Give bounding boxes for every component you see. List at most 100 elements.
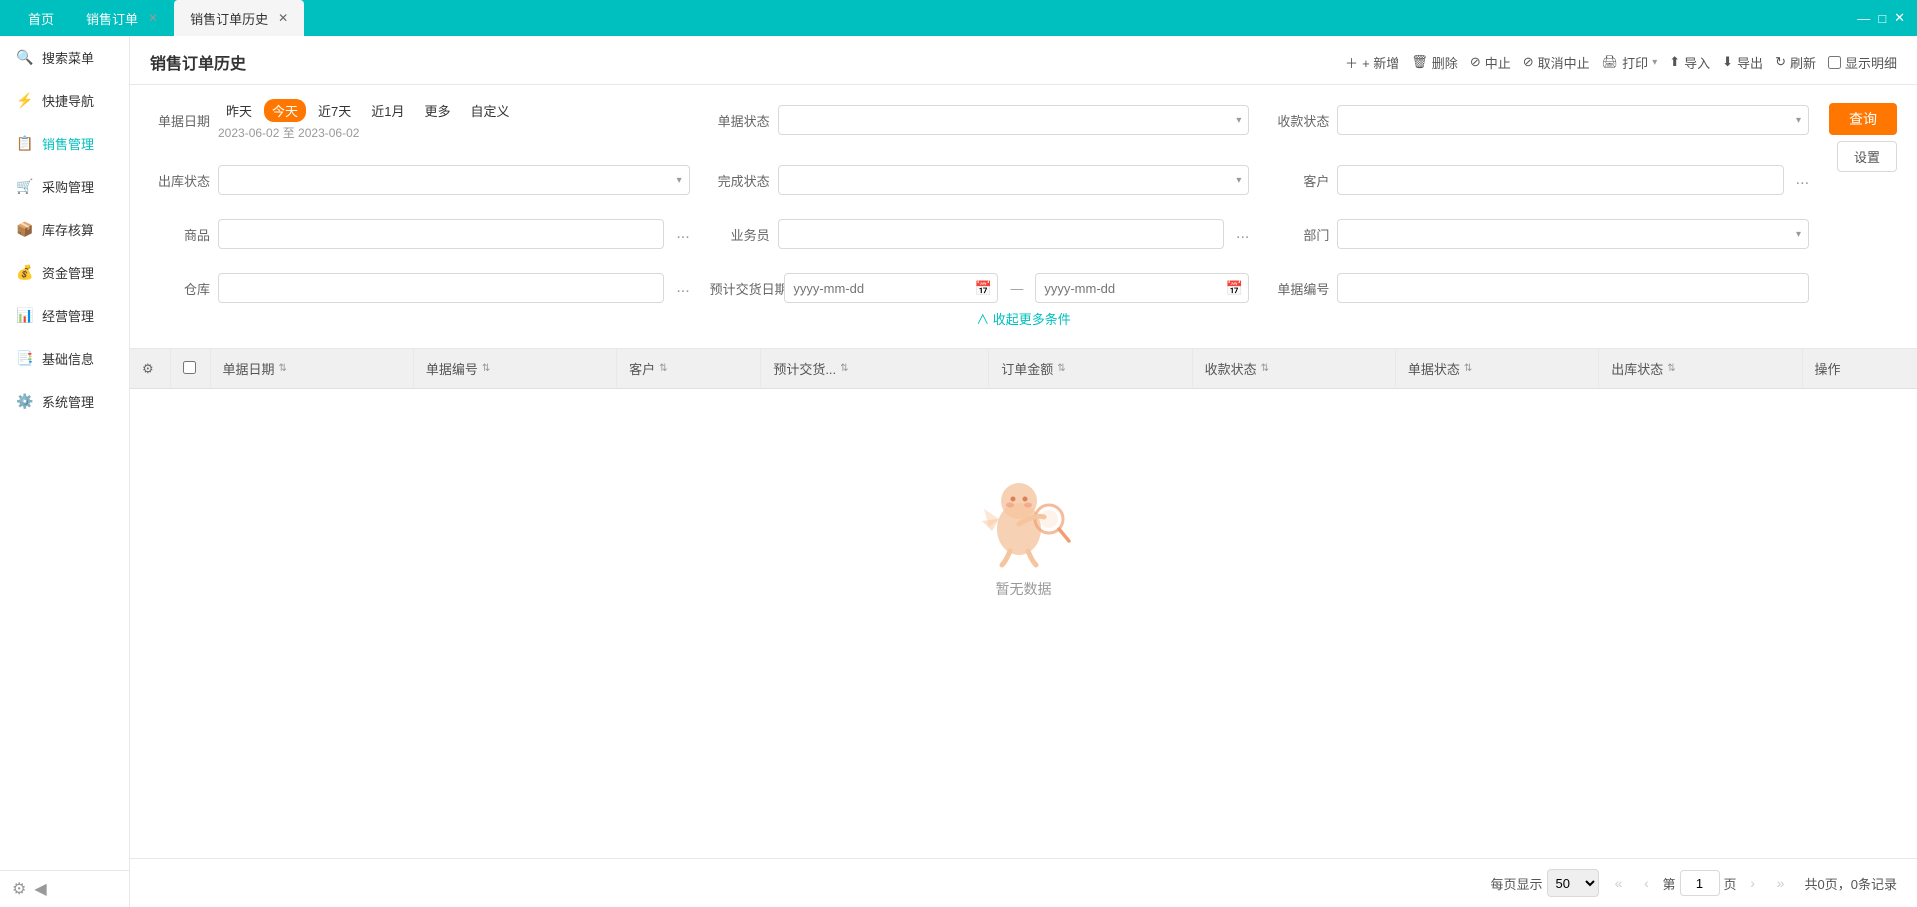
last-page-btn[interactable]: » <box>1769 871 1793 895</box>
page-input[interactable] <box>1680 870 1720 896</box>
date-range-display: 2023-06-02 至 2023-06-02 <box>218 124 518 141</box>
complete-status-select[interactable] <box>778 165 1250 195</box>
filter-salesperson: 业务员 ... <box>710 219 1250 249</box>
window-close[interactable]: ✕ <box>1894 10 1905 26</box>
window-restore[interactable]: □ <box>1878 11 1886 26</box>
product-dots[interactable]: ... <box>676 225 689 243</box>
date-1month[interactable]: 近1月 <box>363 99 412 122</box>
page-label: 第 <box>1663 874 1676 893</box>
stop-btn[interactable]: ⊘ 中止 <box>1470 53 1511 72</box>
salesperson-input[interactable] <box>778 219 1224 249</box>
customer-dots[interactable]: ... <box>1796 171 1809 189</box>
window-minimize[interactable]: — <box>1857 11 1870 26</box>
refresh-label: 刷新 <box>1790 53 1816 72</box>
filter-row-2: 出库状态 ▾ 完成状态 ▾ <box>150 165 1809 195</box>
tab-sales-order-history-label: 销售订单历史 <box>190 9 268 28</box>
date-7days[interactable]: 近7天 <box>310 99 359 122</box>
delivery-date-start[interactable] <box>784 273 998 303</box>
sort-delivery-date[interactable]: 预计交货... ⇅ <box>773 359 976 378</box>
sidebar-item-inventory[interactable]: 📦 库存核算 <box>0 208 129 251</box>
delivery-date-end-wrapper: 📅 <box>1035 273 1249 303</box>
calendar-end-icon[interactable]: 📅 <box>1226 280 1243 297</box>
department-label: 部门 <box>1269 225 1329 244</box>
sort-order-status[interactable]: 单据状态 ⇅ <box>1408 359 1586 378</box>
order-status-select-wrapper: ▾ <box>778 105 1250 135</box>
sidebar-item-system[interactable]: ⚙️ 系统管理 <box>0 380 129 423</box>
customer-input[interactable] <box>1337 165 1783 195</box>
prev-page-btn[interactable]: ‹ <box>1635 871 1659 895</box>
sidebar-item-inventory-label: 库存核算 <box>42 220 94 239</box>
delivery-status-select[interactable] <box>218 165 690 195</box>
collapse-conditions-link[interactable]: ∧ 收起更多条件 <box>150 303 1897 334</box>
order-status-select[interactable] <box>778 105 1250 135</box>
sidebar-item-sales-mgmt[interactable]: 📋 销售管理 <box>0 122 129 165</box>
refresh-btn[interactable]: ↻ 刷新 <box>1775 53 1816 72</box>
empty-text: 暂无数据 <box>996 579 1052 599</box>
settings-button[interactable]: 设置 <box>1837 141 1897 172</box>
print-label: 打印 <box>1622 53 1648 72</box>
sidebar-item-purchase-mgmt[interactable]: 🛒 采购管理 <box>0 165 129 208</box>
empty-svg <box>964 469 1084 569</box>
search-menu-icon: 🔍 <box>16 49 34 66</box>
delete-btn[interactable]: 🗑 删除 <box>1411 53 1458 72</box>
date-custom[interactable]: 自定义 <box>463 99 518 122</box>
import-icon: ⬆ <box>1669 54 1680 70</box>
tab-sales-order-close[interactable]: ✕ <box>148 11 158 25</box>
first-page-btn[interactable]: « <box>1607 871 1631 895</box>
warehouse-dots[interactable]: ... <box>676 279 689 297</box>
import-btn[interactable]: ⬆ 导入 <box>1669 53 1710 72</box>
per-page-label: 每页显示 <box>1490 874 1542 893</box>
order-number-input[interactable] <box>1337 273 1809 303</box>
display-detail-checkbox[interactable] <box>1828 56 1841 69</box>
sidebar-item-quick-nav[interactable]: ⚡ 快捷导航 <box>0 79 129 122</box>
filter-payment-status: 收款状态 ▾ <box>1269 105 1809 135</box>
product-input[interactable] <box>218 219 664 249</box>
sidebar-item-search-menu[interactable]: 🔍 搜索菜单 <box>0 36 129 79</box>
calendar-start-icon[interactable]: 📅 <box>975 280 992 297</box>
th-amount-label: 订单金额 <box>1001 359 1053 378</box>
sidebar-settings-btn[interactable]: ⚙ <box>12 879 26 899</box>
print-btn[interactable]: 🖨 打印 ▾ <box>1602 53 1658 72</box>
delivery-date-label: 预计交货日期 <box>710 279 777 298</box>
payment-status-select[interactable] <box>1337 105 1809 135</box>
sidebar-collapse-btn[interactable]: ◀ <box>34 879 46 899</box>
th-delivery-date-label: 预计交货... <box>773 359 836 378</box>
sidebar-item-sales-mgmt-label: 销售管理 <box>42 134 94 153</box>
new-btn[interactable]: ＋ + 新增 <box>1345 53 1399 72</box>
sort-delivery-status[interactable]: 出库状态 ⇅ <box>1611 359 1789 378</box>
export-btn[interactable]: ⬇ 导出 <box>1722 53 1763 72</box>
tab-home[interactable]: 首页 <box>12 0 70 36</box>
select-all-checkbox[interactable] <box>183 361 196 374</box>
delivery-date-end[interactable] <box>1035 273 1249 303</box>
tab-sales-order[interactable]: 销售订单 ✕ <box>70 0 174 36</box>
sidebar-item-operations[interactable]: 📊 经营管理 <box>0 294 129 337</box>
sort-amount[interactable]: 订单金额 ⇅ <box>1001 359 1179 378</box>
date-yesterday[interactable]: 昨天 <box>218 99 260 122</box>
date-today[interactable]: 今天 <box>264 99 306 122</box>
sidebar-item-base-info[interactable]: 📑 基础信息 <box>0 337 129 380</box>
toolbar: ＋ + 新增 🗑 删除 ⊘ 中止 ⊘ 取消中止 🖨 打印 <box>1345 53 1897 72</box>
next-page-btn[interactable]: › <box>1741 871 1765 895</box>
sidebar-item-quick-nav-label: 快捷导航 <box>42 91 94 110</box>
sort-number[interactable]: 单据编号 ⇅ <box>426 359 604 378</box>
department-select[interactable] <box>1337 219 1809 249</box>
tab-sales-order-history[interactable]: 销售订单历史 ✕ <box>174 0 304 36</box>
display-detail-toggle[interactable]: 显示明细 <box>1828 53 1897 72</box>
warehouse-input[interactable] <box>218 273 664 303</box>
sidebar-item-finance[interactable]: 💰 资金管理 <box>0 251 129 294</box>
tab-sales-order-history-close[interactable]: ✕ <box>278 11 288 25</box>
per-page-select[interactable]: 10 20 50 100 <box>1547 869 1599 897</box>
sort-customer[interactable]: 客户 ⇅ <box>629 359 748 378</box>
th-checkbox <box>170 349 210 389</box>
cancel-stop-btn[interactable]: ⊘ 取消中止 <box>1523 53 1590 72</box>
delivery-status-label: 出库状态 <box>150 171 210 190</box>
th-customer: 客户 ⇅ <box>617 349 761 389</box>
total-text: 共0页，0条记录 <box>1805 874 1897 893</box>
sort-date[interactable]: 单据日期 ⇅ <box>223 359 401 378</box>
query-button[interactable]: 查询 <box>1829 103 1897 135</box>
sort-payment-status[interactable]: 收款状态 ⇅ <box>1205 359 1383 378</box>
date-more[interactable]: 更多 <box>417 99 459 122</box>
gear-icon[interactable]: ⚙ <box>142 361 154 376</box>
sales-mgmt-icon: 📋 <box>16 135 34 152</box>
salesperson-dots[interactable]: ... <box>1236 225 1249 243</box>
